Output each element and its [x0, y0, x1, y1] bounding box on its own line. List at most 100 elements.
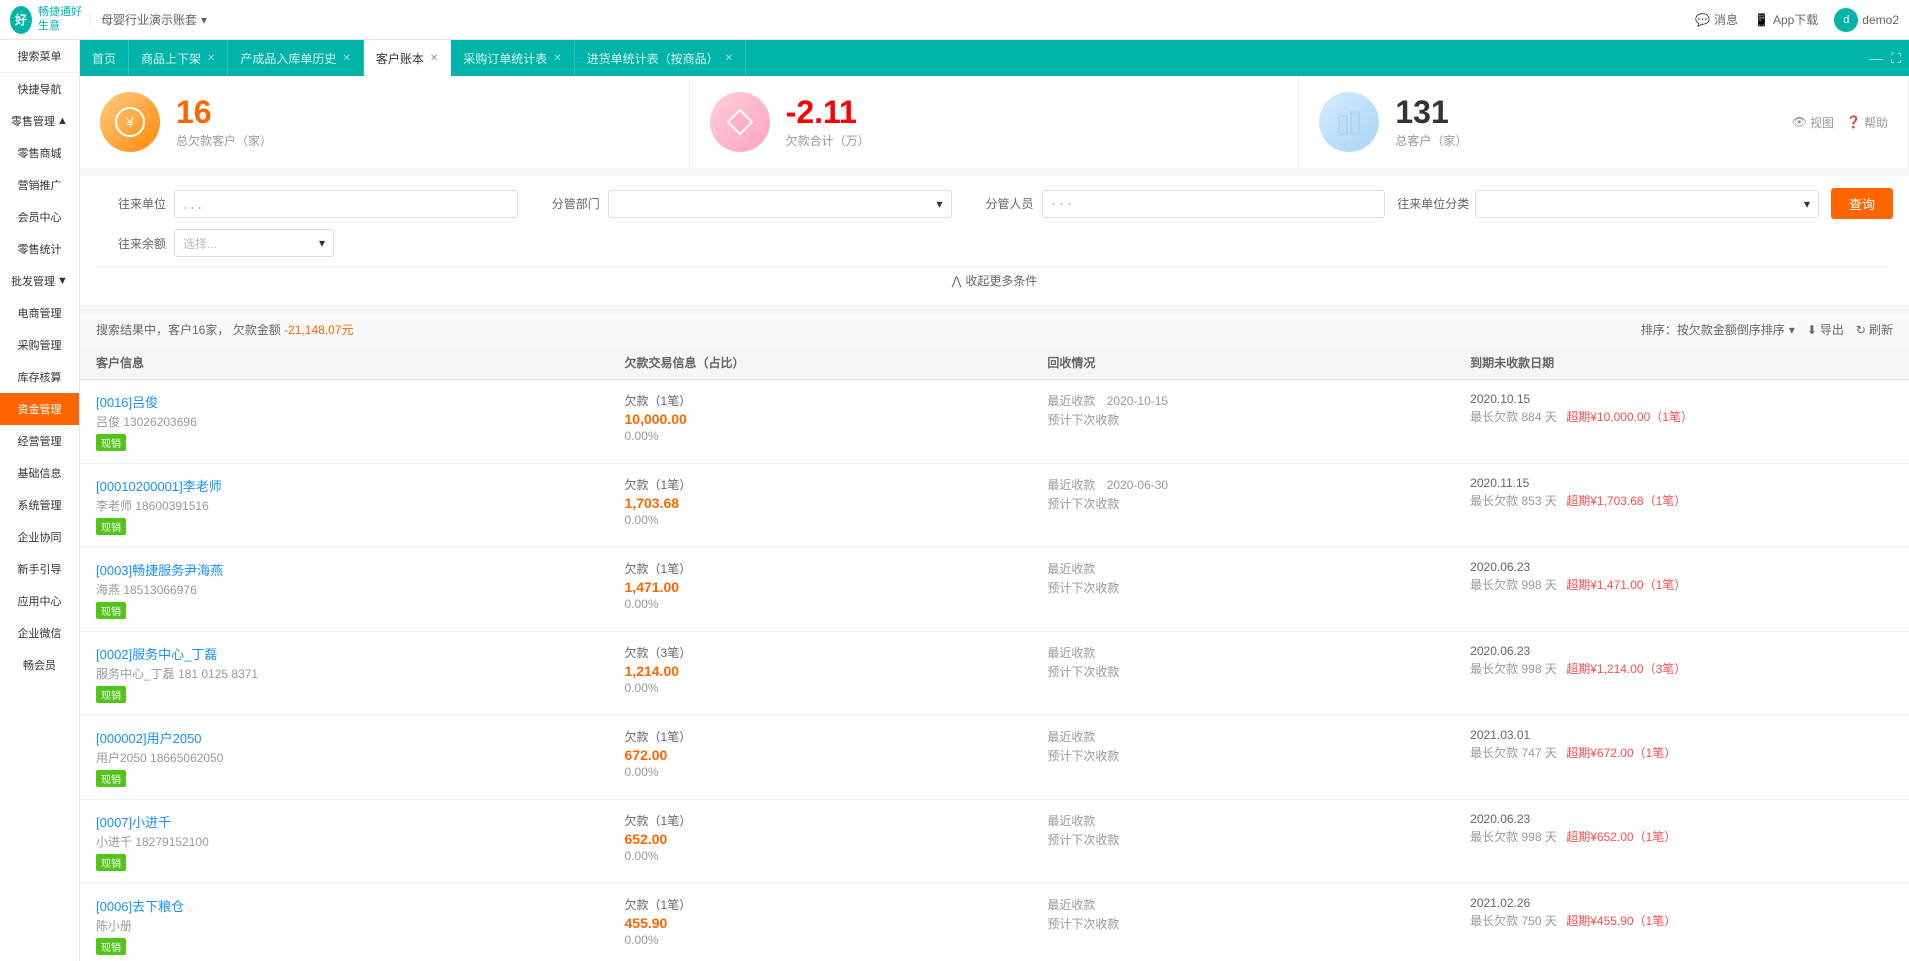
sidebar-item-member[interactable]: 会员中心	[0, 201, 79, 233]
sidebar-item-retail-stats[interactable]: 零售统计	[0, 233, 79, 265]
tab-purchase-stats[interactable]: 采购订单统计表 ✕	[451, 40, 574, 76]
debt-amount-4[interactable]: 672.00	[625, 747, 1048, 763]
filter-group-unit: 往来单位 ...	[96, 190, 518, 218]
sidebar-item-enterprise[interactable]: 企业协同	[0, 521, 79, 553]
tab-close-purchase-stats[interactable]: ✕	[553, 53, 561, 64]
tab-close-customer-account[interactable]: ✕	[430, 53, 438, 64]
overdue-amount-5[interactable]: 超期¥652.00（1笔）	[1566, 830, 1676, 844]
overdue-date-0: 2020.10.15	[1470, 392, 1893, 406]
tab-expand-btn[interactable]: ⛶	[1891, 50, 1901, 67]
customer-name-4[interactable]: [000002]用户2050	[96, 731, 202, 746]
overdue-date-4: 2021.03.01	[1470, 728, 1893, 742]
overdue-amount-3[interactable]: 超期¥1,214.00（3笔）	[1566, 662, 1686, 676]
overdue-amount-2[interactable]: 超期¥1,471.00（1笔）	[1566, 578, 1686, 592]
overdue-amount-1[interactable]: 超期¥1,703.68（1笔）	[1566, 494, 1686, 508]
sidebar-item-retail-store[interactable]: 零售商城	[0, 137, 79, 169]
debt-count-2: 欠款（1笔）	[625, 560, 1048, 577]
debt-amount-6[interactable]: 455.90	[625, 915, 1048, 931]
customer-name-3[interactable]: [0002]服务中心_丁磊	[96, 647, 217, 662]
sidebar-item-system[interactable]: 系统管理	[0, 489, 79, 521]
tab-close-product-history[interactable]: ✕	[342, 53, 350, 64]
search-button[interactable]: 查询	[1831, 188, 1893, 219]
help-btn[interactable]: ❓ 帮助	[1846, 114, 1888, 131]
user-avatar[interactable]: d demo2	[1834, 8, 1899, 32]
tab-minimize-btn[interactable]: —	[1869, 50, 1883, 66]
stat-info-total-customers: 131 总客户（家）	[1395, 96, 1467, 149]
sidebar-item-operation[interactable]: 经营管理	[0, 425, 79, 457]
overdue-amount-4[interactable]: 超期¥672.00（1笔）	[1566, 746, 1676, 760]
filter-select-unit-class[interactable]: ▾	[1475, 190, 1819, 218]
debt-amount-1[interactable]: 1,703.68	[625, 495, 1048, 511]
debt-amount-2[interactable]: 1,471.00	[625, 579, 1048, 595]
svg-text:¥: ¥	[125, 114, 134, 130]
content-area: ¥ 16 总欠款客户（家） -2.11 欠款合计（万）	[80, 76, 1909, 961]
customer-meta-6: 陈小册	[96, 917, 625, 934]
filter-row-2: 往来余额 选择... ▾	[96, 229, 1893, 257]
filter-select-balance[interactable]: 选择... ▾	[174, 229, 334, 257]
sidebar-item-newbie[interactable]: 新手引导	[0, 553, 79, 585]
store-selector[interactable]: 母婴行业演示账套 ▾	[90, 11, 217, 28]
customer-name-5[interactable]: [0007]小进千	[96, 815, 171, 830]
customer-name-2[interactable]: [0003]畅捷服务尹海燕	[96, 563, 223, 578]
collapse-btn[interactable]: ⋀ 收起更多条件	[96, 267, 1893, 293]
customer-name-0[interactable]: [0016]吕俊	[96, 395, 158, 410]
sort-select[interactable]: 排序：按欠款金额倒序排序 ▾	[1641, 321, 1795, 338]
debt-amount-3[interactable]: 1,214.00	[625, 663, 1048, 679]
overdue-info-2: 2020.06.23 最长欠款 998 天 超期¥1,471.00（1笔）	[1470, 560, 1893, 593]
tab-product-history[interactable]: 产成品入库单历史 ✕	[228, 40, 363, 76]
filter-group-dept: 分管部门 ▾	[530, 190, 952, 218]
refresh-btn[interactable]: ↻ 刷新	[1856, 321, 1893, 338]
stat-info-debt-total: -2.11 欠款合计（万）	[786, 96, 870, 149]
sidebar-item-vip[interactable]: 畅会员	[0, 649, 79, 681]
sidebar-item-finance[interactable]: 资金管理	[0, 393, 79, 425]
sidebar-item-purchase[interactable]: 采购管理	[0, 329, 79, 361]
export-btn[interactable]: ⬇ 导出	[1807, 321, 1844, 338]
app-download-btn[interactable]: 📱 App下载	[1754, 11, 1818, 28]
overdue-days-6: 最长欠款 750 天 超期¥455.90（1笔）	[1470, 912, 1893, 929]
payback-label-6: 最近收款	[1047, 898, 1095, 912]
tab-product-shelf[interactable]: 商品上下架 ✕	[129, 40, 228, 76]
sidebar-item-quick-nav[interactable]: 快捷导航	[0, 73, 79, 105]
filter-input-unit[interactable]: ...	[174, 190, 518, 218]
sidebar-item-retail-mgmt[interactable]: 零售管理 ▲	[0, 105, 79, 137]
customer-meta-5: 小进千 18279152100	[96, 833, 625, 850]
payback-next-4: 预计下次收款	[1047, 747, 1470, 764]
customer-badge-5: 现销	[96, 854, 126, 871]
view-btn[interactable]: 👁 视图	[1792, 114, 1834, 131]
overdue-amount-0[interactable]: 超期¥10,000.00（1笔）	[1566, 410, 1693, 424]
sidebar-item-marketing[interactable]: 营销推广	[0, 169, 79, 201]
header-customer: 客户信息	[96, 354, 625, 371]
sidebar-item-apps[interactable]: 应用中心	[0, 585, 79, 617]
results-info: 搜索结果中，客户16家， 欠款金额 -21,148.07元	[96, 321, 353, 338]
customer-badge-4: 现销	[96, 770, 126, 787]
app-download-label: App下载	[1773, 11, 1818, 28]
sidebar-item-wechat[interactable]: 企业微信	[0, 617, 79, 649]
customer-name-1[interactable]: [00010200001]李老师	[96, 479, 222, 494]
stat-label-debt-customers: 总欠款客户（家）	[176, 132, 272, 149]
debt-count-3: 欠款（3笔）	[625, 644, 1048, 661]
debt-amount-0[interactable]: 10,000.00	[625, 411, 1048, 427]
sidebar-item-inventory[interactable]: 库存核算	[0, 361, 79, 393]
sidebar-item-basic-info[interactable]: 基础信息	[0, 457, 79, 489]
overdue-days-2: 最长欠款 998 天 超期¥1,471.00（1笔）	[1470, 576, 1893, 593]
sidebar-item-ecommerce[interactable]: 电商管理	[0, 297, 79, 329]
debt-info-2: 欠款（1笔） 1,471.00 0.00%	[625, 560, 1048, 611]
table-row: [0003]畅捷服务尹海燕 海燕 18513066976 现销 欠款（1笔） 1…	[80, 548, 1909, 632]
tab-close-product-shelf[interactable]: ✕	[207, 53, 215, 64]
view-label: 视图	[1810, 114, 1834, 131]
overdue-info-3: 2020.06.23 最长欠款 998 天 超期¥1,214.00（3笔）	[1470, 644, 1893, 677]
filter-input-person[interactable]: ···	[1042, 190, 1386, 218]
table-row: [0007]小进千 小进千 18279152100 现销 欠款（1笔） 652.…	[80, 800, 1909, 884]
sidebar-item-batch-mgmt[interactable]: 批发管理 ▼	[0, 265, 79, 297]
tab-close-instock-stats[interactable]: ✕	[725, 53, 733, 64]
customer-name-6[interactable]: [0006]去下粮仓	[96, 899, 184, 914]
debt-amount-5[interactable]: 652.00	[625, 831, 1048, 847]
debt-percent-1: 0.00%	[625, 513, 1048, 527]
tab-home[interactable]: 首页	[80, 40, 129, 76]
tab-customer-account[interactable]: 客户账本 ✕	[364, 40, 451, 76]
tab-instock-stats[interactable]: 进货单统计表（按商品） ✕	[575, 40, 746, 76]
message-btn[interactable]: 💬 消息	[1695, 11, 1738, 28]
overdue-amount-6[interactable]: 超期¥455.90（1笔）	[1566, 914, 1676, 928]
filter-select-dept[interactable]: ▾	[608, 190, 952, 218]
sidebar-search[interactable]: 搜索菜单	[0, 40, 79, 73]
